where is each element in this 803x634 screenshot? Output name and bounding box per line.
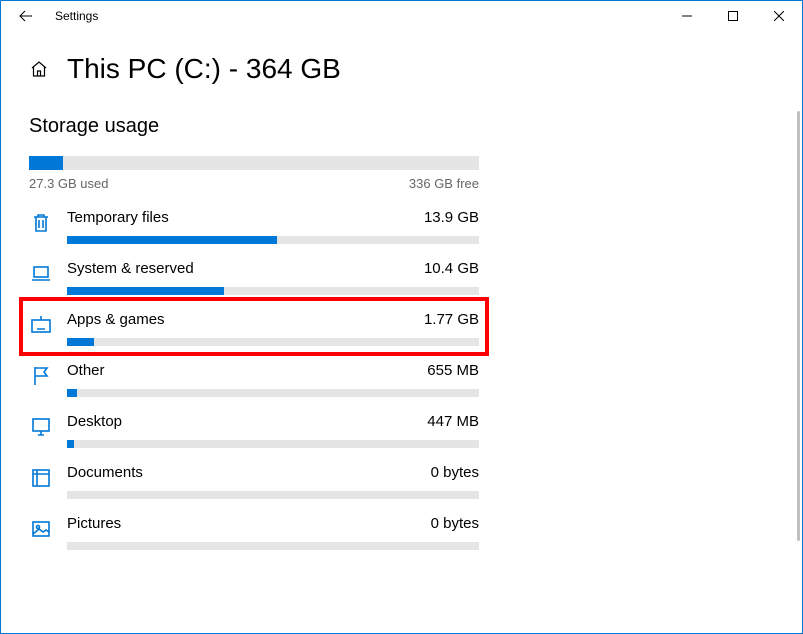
category-apps-games[interactable]: Apps & games 1.77 GB — [23, 301, 485, 352]
category-bar — [67, 389, 479, 397]
overall-usage-fill — [29, 156, 63, 170]
category-other[interactable]: Other 655 MB — [29, 352, 479, 403]
category-body: Pictures 0 bytes — [67, 515, 479, 550]
scrollbar[interactable] — [797, 111, 800, 541]
category-name: System & reserved — [67, 260, 194, 277]
category-size: 1.77 GB — [424, 311, 479, 328]
document-icon — [29, 466, 53, 490]
picture-icon — [29, 517, 53, 541]
category-size: 0 bytes — [431, 464, 479, 481]
category-system-reserved[interactable]: System & reserved 10.4 GB — [29, 250, 479, 301]
category-bar — [67, 287, 479, 295]
category-bar — [67, 236, 479, 244]
category-list: Temporary files 13.9 GB System & reserved 1… — [29, 199, 479, 556]
category-size: 0 bytes — [431, 515, 479, 532]
category-body: Apps & games 1.77 GB — [67, 311, 479, 346]
storage-usage-heading: Storage usage — [29, 115, 764, 138]
maximize-icon — [728, 11, 738, 21]
overall-usage-labels: 27.3 GB used 336 GB free — [29, 176, 479, 191]
keyboard-icon — [29, 313, 53, 337]
category-size: 13.9 GB — [424, 209, 479, 226]
close-button[interactable] — [756, 1, 802, 31]
minimize-button[interactable] — [664, 1, 710, 31]
category-body: Desktop 447 MB — [67, 413, 479, 448]
category-body: Documents 0 bytes — [67, 464, 479, 499]
category-name: Documents — [67, 464, 143, 481]
settings-window: Settings This PC (C:) - 364 GB Storage u… — [0, 0, 803, 634]
maximize-button[interactable] — [710, 1, 756, 31]
category-bar — [67, 440, 479, 448]
category-bar-fill — [67, 287, 224, 295]
category-desktop[interactable]: Desktop 447 MB — [29, 403, 479, 454]
category-body: System & reserved 10.4 GB — [67, 260, 479, 295]
category-size: 655 MB — [427, 362, 479, 379]
back-arrow-icon — [18, 8, 34, 24]
trash-icon — [29, 211, 53, 235]
category-name: Temporary files — [67, 209, 169, 226]
category-bar — [67, 491, 479, 499]
close-icon — [774, 11, 784, 21]
page-header: This PC (C:) - 364 GB — [1, 31, 802, 95]
category-body: Temporary files 13.9 GB — [67, 209, 479, 244]
titlebar: Settings — [1, 1, 802, 31]
category-name: Desktop — [67, 413, 122, 430]
category-size: 447 MB — [427, 413, 479, 430]
category-bar-fill — [67, 338, 94, 346]
category-name: Apps & games — [67, 311, 165, 328]
overall-usage-bar — [29, 156, 479, 170]
free-label: 336 GB free — [409, 176, 479, 191]
laptop-icon — [29, 262, 53, 286]
flag-icon — [29, 364, 53, 388]
category-body: Other 655 MB — [67, 362, 479, 397]
category-bar-fill — [67, 440, 74, 448]
minimize-icon — [682, 11, 692, 21]
category-documents[interactable]: Documents 0 bytes — [29, 454, 479, 505]
category-bar-fill — [67, 236, 277, 244]
monitor-icon — [29, 415, 53, 439]
content-area: Storage usage 27.3 GB used 336 GB free T… — [1, 95, 792, 627]
page-title: This PC (C:) - 364 GB — [67, 53, 341, 85]
category-temporary-files[interactable]: Temporary files 13.9 GB — [29, 199, 479, 250]
category-bar — [67, 542, 479, 550]
category-bar-fill — [67, 389, 77, 397]
category-name: Other — [67, 362, 105, 379]
category-size: 10.4 GB — [424, 260, 479, 277]
back-button[interactable] — [7, 1, 45, 31]
category-bar — [67, 338, 479, 346]
window-controls — [664, 1, 802, 31]
window-title: Settings — [45, 9, 98, 23]
category-name: Pictures — [67, 515, 121, 532]
used-label: 27.3 GB used — [29, 176, 109, 191]
home-icon[interactable] — [29, 59, 49, 79]
category-pictures[interactable]: Pictures 0 bytes — [29, 505, 479, 556]
